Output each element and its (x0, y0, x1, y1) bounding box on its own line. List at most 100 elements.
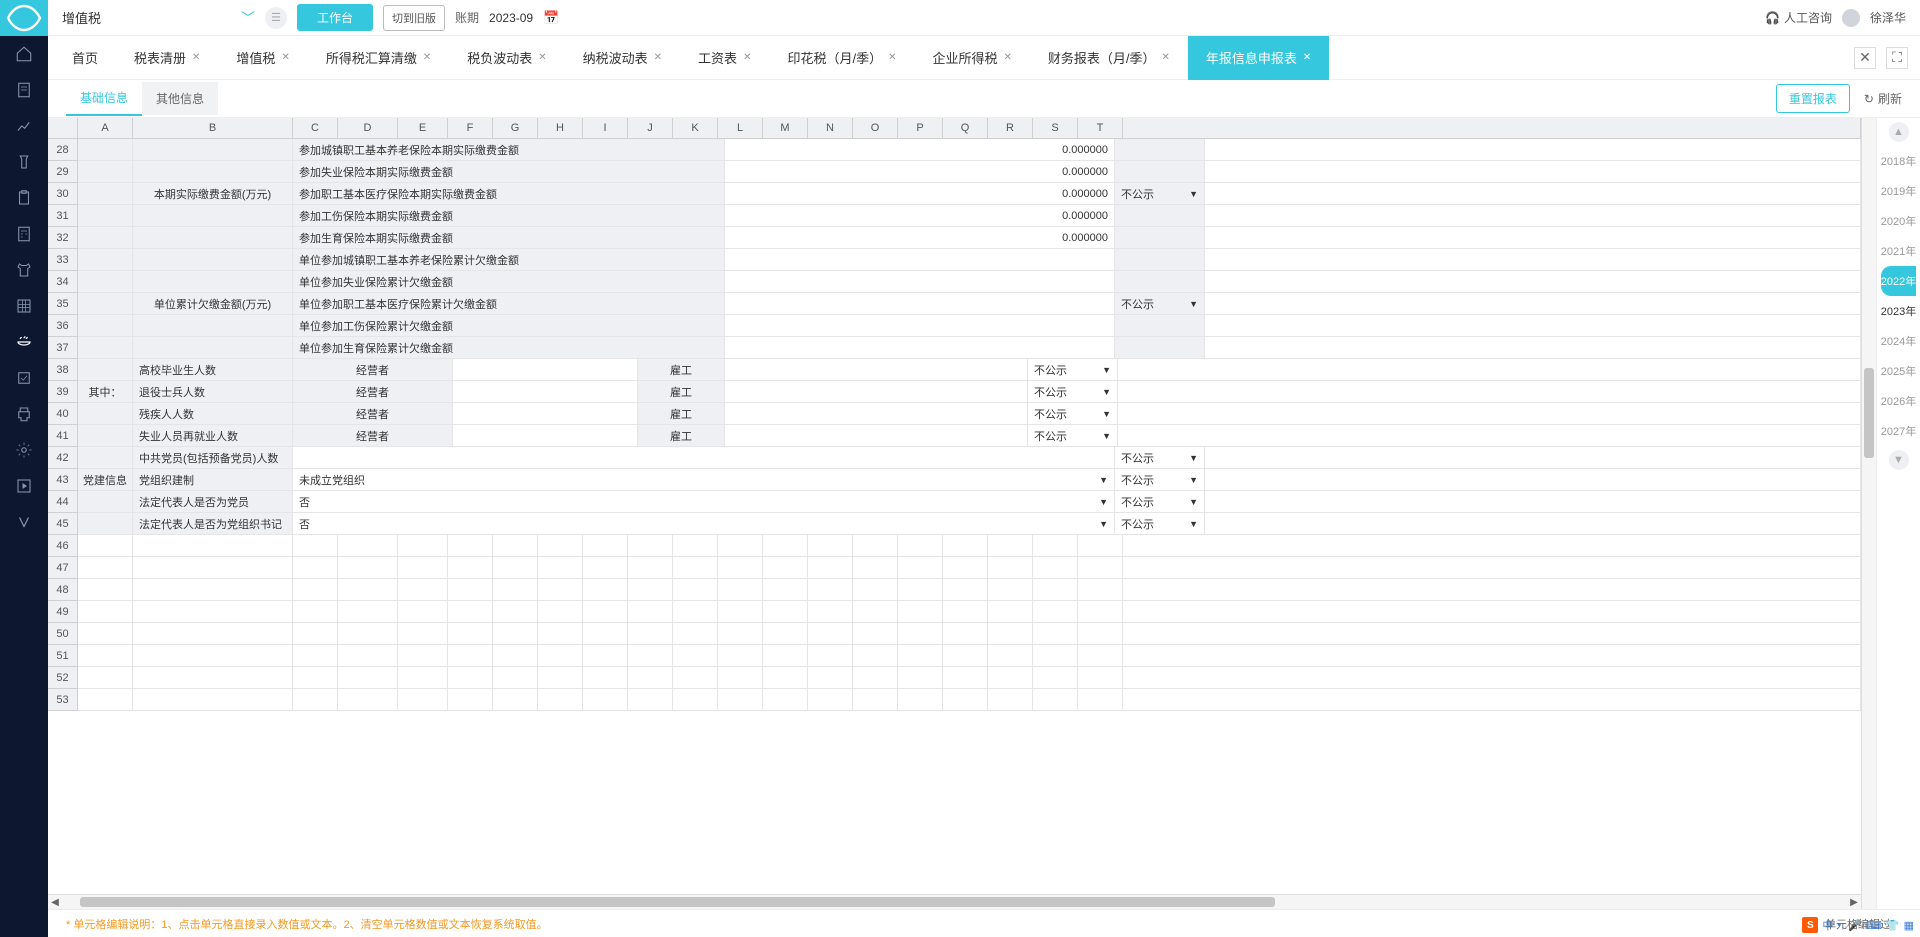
nav-clipboard-icon[interactable] (0, 180, 48, 216)
empty-cell[interactable] (1078, 535, 1123, 557)
empty-cell[interactable] (1078, 623, 1123, 645)
empty-cell[interactable] (628, 623, 673, 645)
col-header-D[interactable]: D (338, 118, 398, 138)
empty-cell[interactable] (763, 689, 808, 711)
cell-blank[interactable] (1123, 579, 1861, 601)
empty-cell[interactable] (448, 645, 493, 667)
col-header-H[interactable]: H (538, 118, 583, 138)
empty-cell[interactable] (1033, 579, 1078, 601)
col-header-P[interactable]: P (898, 118, 943, 138)
user-avatar[interactable] (1842, 9, 1860, 27)
empty-cell[interactable] (338, 645, 398, 667)
tab-close-icon[interactable]: ✕ (654, 52, 662, 63)
col-header-R[interactable]: R (988, 118, 1033, 138)
empty-cell[interactable] (718, 689, 763, 711)
close-all-tabs-button[interactable]: ✕ (1854, 47, 1876, 69)
empty-cell[interactable] (673, 623, 718, 645)
empty-cell[interactable] (1033, 557, 1078, 579)
row-header[interactable]: 39 (48, 381, 78, 403)
tab-首页[interactable]: 首页 (54, 36, 116, 80)
cell-blank[interactable] (1123, 601, 1861, 623)
tab-close-icon[interactable]: ✕ (888, 52, 896, 63)
col-header-S[interactable]: S (1033, 118, 1078, 138)
empty-cell[interactable] (718, 667, 763, 689)
row-header[interactable]: 42 (48, 447, 78, 469)
cell-blank[interactable] (1123, 535, 1861, 557)
cell-blank[interactable] (1205, 139, 1861, 161)
empty-cell[interactable] (493, 689, 538, 711)
empty-cell[interactable] (853, 557, 898, 579)
empty-cell[interactable] (898, 645, 943, 667)
nav-shirt-icon[interactable] (0, 252, 48, 288)
year-2022年[interactable]: 2022年 (1881, 266, 1916, 296)
empty-cell[interactable] (293, 579, 338, 601)
empty-cell[interactable] (493, 535, 538, 557)
tab-税负波动表[interactable]: 税负波动表✕ (449, 36, 564, 80)
empty-cell[interactable] (448, 535, 493, 557)
empty-cell[interactable] (763, 535, 808, 557)
empty-cell[interactable] (673, 535, 718, 557)
nav-bowl-icon[interactable] (0, 324, 48, 360)
empty-cell[interactable] (853, 667, 898, 689)
categ-val2[interactable] (725, 425, 1028, 447)
cell-blank[interactable] (1205, 183, 1861, 205)
tab-工资表[interactable]: 工资表✕ (680, 36, 769, 80)
empty-cell[interactable] (338, 623, 398, 645)
group1-value[interactable]: 0.000000 (725, 205, 1115, 227)
nav-print-icon[interactable] (0, 396, 48, 432)
empty-cell[interactable] (1078, 557, 1123, 579)
year-up-button[interactable]: ▲ (1889, 122, 1909, 142)
empty-cell[interactable] (133, 645, 293, 667)
empty-cell[interactable] (673, 667, 718, 689)
empty-cell[interactable] (628, 579, 673, 601)
empty-cell[interactable] (763, 623, 808, 645)
empty-cell[interactable] (583, 689, 628, 711)
empty-cell[interactable] (538, 623, 583, 645)
nav-settings-icon[interactable] (0, 432, 48, 468)
empty-cell[interactable] (398, 579, 448, 601)
year-2020年[interactable]: 2020年 (1881, 206, 1916, 236)
col-header-L[interactable]: L (718, 118, 763, 138)
empty-cell[interactable] (448, 667, 493, 689)
row-header[interactable]: 44 (48, 491, 78, 513)
year-2019年[interactable]: 2019年 (1881, 176, 1916, 206)
row-header[interactable]: 28 (48, 139, 78, 161)
row-header[interactable]: 38 (48, 359, 78, 381)
toggle-version-button[interactable]: 切到旧版 (383, 5, 445, 31)
row-header[interactable]: 32 (48, 227, 78, 249)
empty-cell[interactable] (898, 557, 943, 579)
year-2018年[interactable]: 2018年 (1881, 146, 1916, 176)
workspace-button[interactable]: 工作台 (297, 4, 373, 31)
empty-cell[interactable] (493, 601, 538, 623)
empty-cell[interactable] (78, 645, 133, 667)
empty-cell[interactable] (1033, 535, 1078, 557)
empty-cell[interactable] (133, 689, 293, 711)
empty-cell[interactable] (448, 689, 493, 711)
empty-cell[interactable] (338, 557, 398, 579)
party-val[interactable] (293, 447, 1115, 469)
empty-cell[interactable] (988, 623, 1033, 645)
refresh-button[interactable]: ↻ 刷新 (1864, 90, 1902, 107)
empty-cell[interactable] (808, 579, 853, 601)
cell-blank[interactable] (1205, 469, 1861, 491)
cell-blank[interactable] (1205, 491, 1861, 513)
tab-close-icon[interactable]: ✕ (743, 52, 751, 63)
cell-blank[interactable] (1118, 359, 1861, 381)
party-vis[interactable]: 不公示▼ (1115, 469, 1205, 491)
empty-cell[interactable] (1033, 645, 1078, 667)
cell-blank[interactable] (1205, 161, 1861, 183)
empty-cell[interactable] (988, 667, 1033, 689)
party-val[interactable]: 否▼ (293, 513, 1115, 535)
col-header-C[interactable]: C (293, 118, 338, 138)
empty-cell[interactable] (398, 689, 448, 711)
empty-cell[interactable] (628, 689, 673, 711)
empty-cell[interactable] (78, 689, 133, 711)
group2-value[interactable] (725, 249, 1115, 271)
empty-cell[interactable] (943, 601, 988, 623)
col-header-M[interactable]: M (763, 118, 808, 138)
tab-增值税[interactable]: 增值税✕ (218, 36, 307, 80)
party-val[interactable]: 未成立党组织▼ (293, 469, 1115, 491)
nav-check-icon[interactable] (0, 360, 48, 396)
period-value[interactable]: 2023-09 (489, 11, 533, 25)
tab-close-icon[interactable]: ✕ (538, 52, 546, 63)
